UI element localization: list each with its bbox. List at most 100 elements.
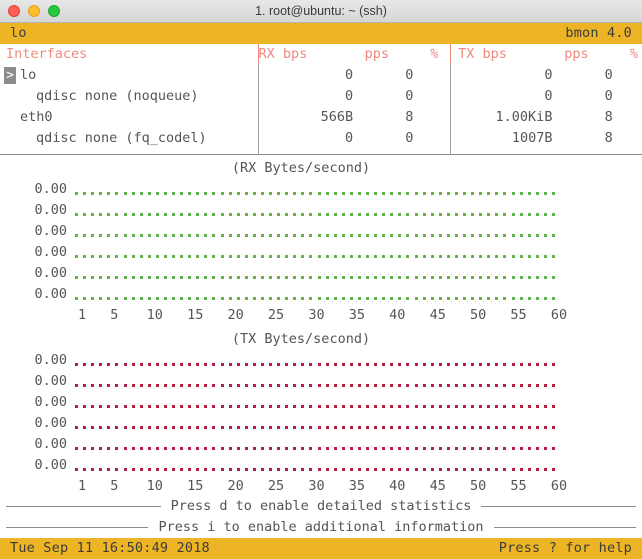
tx-x-tick-label: 40 — [389, 478, 406, 494]
tx-graph-row: 0.00 — [0, 455, 642, 476]
rx-graph-title: (RX Bytes/second) — [231, 160, 371, 176]
rx-x-tick-label: 25 — [267, 307, 285, 323]
tx-gridline — [75, 434, 642, 455]
tx-y-tick-label: 0.00 — [34, 415, 67, 431]
table-row[interactable]: qdisc none (noqueue) 0 0 0 0 — [0, 86, 642, 107]
tx-bps-cell: 1007B — [511, 130, 553, 146]
minimize-button[interactable] — [28, 5, 40, 17]
help-line-additional-info[interactable]: Press i to enable additional information — [0, 517, 642, 538]
col-header-rx-bps: RX bps — [258, 46, 308, 62]
tx-graph-row: 0.00 — [0, 350, 642, 371]
terminal-content: lo bmon 4.0 Interfaces RX bps pps % TX b… — [0, 23, 642, 559]
window-titlebar: 1. root@ubuntu: ~ (ssh) — [0, 0, 642, 23]
zoom-button[interactable] — [48, 5, 60, 17]
tx-bps-cell: 0 — [544, 88, 553, 104]
rx-x-tick-label: 35 — [348, 307, 366, 323]
tx-pps-cell: 0 — [604, 67, 613, 83]
rx-graph-rows: 0.00 0.00 0.00 0.00 0.00 0.00 — [0, 179, 642, 305]
tx-y-tick-label: 0.00 — [34, 436, 67, 452]
tx-y-tick-label: 0.00 — [34, 373, 67, 389]
tx-gridline — [75, 413, 642, 434]
rx-gridline — [75, 179, 642, 200]
rx-y-tick-label: 0.00 — [34, 265, 67, 281]
rx-x-tick-label: 50 — [469, 307, 487, 323]
tx-x-tick-label: 15 — [187, 478, 204, 494]
tx-x-tick-label: 10 — [146, 478, 163, 494]
tx-bps-cell: 1.00KiB — [495, 109, 553, 125]
terminal-window: 1. root@ubuntu: ~ (ssh) lo bmon 4.0 Inte… — [0, 0, 642, 559]
help-line-detailed-stats[interactable]: Press d to enable detailed statistics — [0, 496, 642, 517]
table-header-row: Interfaces RX bps pps % TX bps pps % — [0, 44, 642, 65]
tx-graph-rows: 0.00 0.00 0.00 0.00 0.00 0.00 — [0, 350, 642, 476]
tx-x-tick-label: 55 — [510, 478, 527, 494]
tx-x-tick-label: 35 — [348, 478, 366, 494]
help-rule-right — [481, 506, 637, 507]
app-version-label: bmon 4.0 — [565, 25, 632, 41]
rx-graph-row: 0.00 — [0, 242, 642, 263]
tx-y-tick-label: 0.00 — [34, 457, 67, 473]
rx-graph-row: 0.00 — [0, 284, 642, 305]
rx-bps-cell: 0 — [344, 88, 354, 104]
iface-cell: > lo — [0, 65, 251, 86]
status-help-hint[interactable]: Press ? for help — [499, 538, 632, 559]
close-button[interactable] — [8, 5, 20, 17]
rx-x-tick-label: 20 — [227, 307, 244, 323]
tx-x-tick-label: 30 — [308, 478, 325, 494]
help-text-additional-info: Press i to enable additional information — [158, 519, 484, 535]
iface-cell: eth0 — [0, 107, 251, 128]
help-text-detailed-stats: Press d to enable detailed statistics — [170, 498, 472, 514]
tx-y-tick-label: 0.00 — [34, 394, 67, 410]
col-header-interfaces: Interfaces — [6, 46, 88, 62]
rx-bps-cell: 0 — [344, 67, 354, 83]
tx-graph-row: 0.00 — [0, 392, 642, 413]
window-controls — [8, 5, 60, 17]
rx-graph-row: 0.00 — [0, 263, 642, 284]
tx-x-tick-label: 50 — [469, 478, 487, 494]
table-row[interactable]: > lo 0 0 0 0 — [0, 65, 642, 86]
tx-x-tick-label: 45 — [429, 478, 446, 494]
window-title: 1. root@ubuntu: ~ (ssh) — [255, 4, 387, 18]
table-row[interactable]: eth0 566B 8 1.00KiB 8 — [0, 107, 642, 128]
col-header-rx-pps: pps — [364, 46, 390, 62]
rx-gridline — [75, 221, 642, 242]
status-datetime: Tue Sep 11 16:50:49 2018 — [10, 540, 210, 556]
col-header-tx-bps: TX bps — [458, 46, 507, 62]
col-header-rx-pct: % — [430, 46, 439, 62]
rx-x-tick-label: 5 — [110, 307, 119, 323]
rx-y-tick-label: 0.00 — [34, 244, 67, 260]
table-body: > lo 0 0 0 0 qdisc none (noqueue) 0 0 0 0 eth0 566B 8… — [0, 65, 642, 149]
tx-pps-cell: 8 — [604, 109, 613, 125]
iface-name-label: qdisc none (noqueue) — [36, 88, 199, 104]
rx-bps-cell: 566B — [320, 109, 354, 125]
rx-x-tick-label: 1 — [77, 307, 87, 323]
rx-x-tick-label: 60 — [550, 307, 568, 323]
rx-y-tick-label: 0.00 — [34, 223, 67, 239]
rx-pps-cell: 0 — [405, 67, 414, 83]
col-header-tx-pps: pps — [564, 46, 589, 62]
rx-x-tick-label: 55 — [510, 307, 527, 323]
help-rule-left-2 — [6, 527, 149, 528]
tx-x-tick-label: 20 — [227, 478, 244, 494]
tx-x-tick-label: 60 — [550, 478, 568, 494]
rx-x-axis: 1 5 10 15 20 25 30 35 40 45 50 55 60 — [0, 305, 642, 326]
table-row[interactable]: qdisc none (fq_codel) 0 0 1007B 8 — [0, 128, 642, 149]
table-bottom-rule — [0, 154, 642, 155]
tx-graph: (TX Bytes/second) 0.00 0.00 0.00 0.00 0.00 0.… — [0, 326, 642, 497]
iface-cell: qdisc none (noqueue) — [0, 86, 251, 107]
rx-graph-row: 0.00 — [0, 200, 642, 221]
rx-y-tick-label: 0.00 — [34, 181, 67, 197]
iface-name-label: eth0 — [20, 109, 53, 125]
rx-graph-row: 0.00 — [0, 221, 642, 242]
help-footer: Press d to enable detailed statistics Pr… — [0, 496, 642, 538]
selected-interface-label: lo — [10, 25, 27, 41]
status-bar: Tue Sep 11 16:50:49 2018 Press ? for hel… — [0, 538, 642, 559]
col-header-tx-pct: % — [629, 46, 639, 62]
rx-gridline — [75, 284, 642, 305]
rx-y-tick-label: 0.00 — [34, 202, 67, 218]
iface-cell: qdisc none (fq_codel) — [0, 128, 251, 149]
tx-pps-cell: 0 — [604, 88, 613, 104]
rx-x-tick-label: 10 — [146, 307, 163, 323]
tx-pps-cell: 8 — [604, 130, 613, 146]
rx-pps-cell: 8 — [405, 109, 414, 125]
help-rule-right-2 — [493, 527, 637, 528]
